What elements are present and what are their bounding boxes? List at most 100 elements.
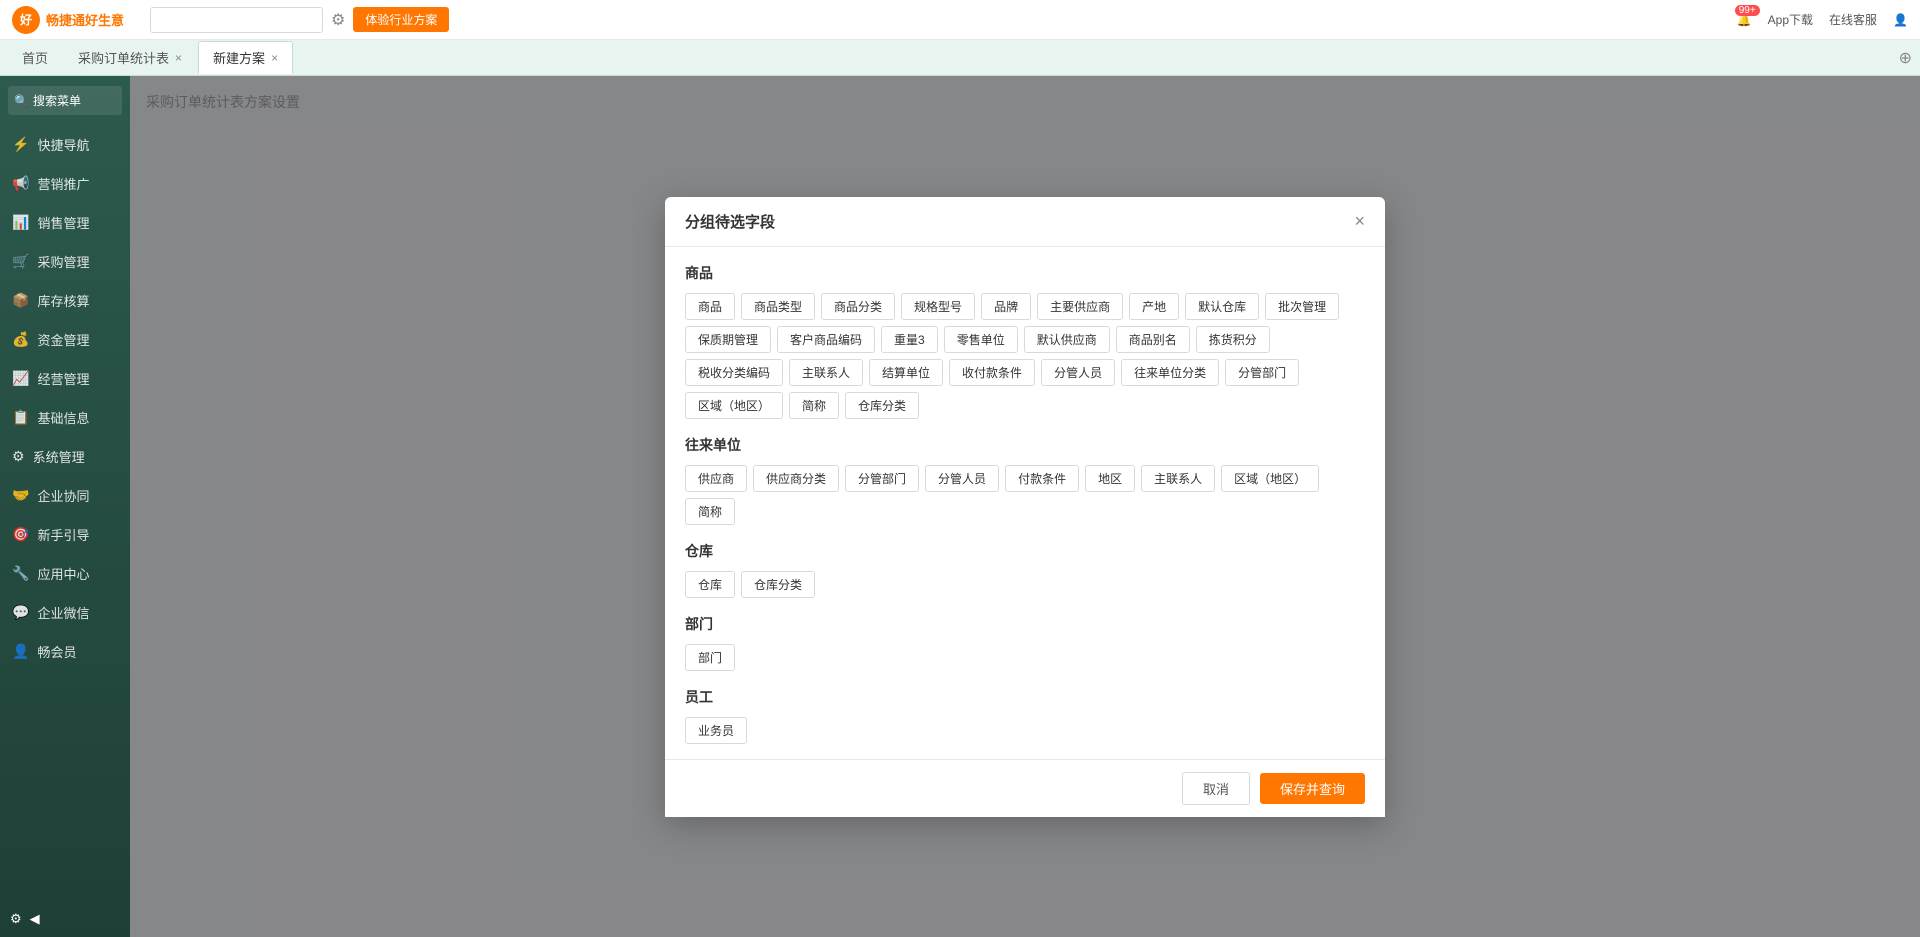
tag-goods-23[interactable]: 区域（地区） [685, 392, 783, 419]
sidebar-item-app-center[interactable]: 🔧 应用中心 [0, 554, 130, 593]
tag-goods-3[interactable]: 规格型号 [901, 293, 975, 320]
sidebar-bottom: ⚙ ◀ [0, 901, 130, 937]
section-warehouse: 仓库 仓库 仓库分类 [685, 541, 1365, 598]
sidebar-item-enterprise-collab[interactable]: 🤝 企业协同 [0, 476, 130, 515]
sidebar-item-operations[interactable]: 📈 经营管理 [0, 359, 130, 398]
tag-warehouse-0[interactable]: 仓库 [685, 571, 735, 598]
tabbar: 首页 采购订单统计表 × 新建方案 × ⊕ [0, 40, 1920, 76]
tag-goods-11[interactable]: 重量3 [881, 326, 938, 353]
tag-partner-7[interactable]: 区域（地区） [1221, 465, 1319, 492]
top-search-input[interactable] [150, 7, 323, 33]
tag-goods-14[interactable]: 商品别名 [1116, 326, 1190, 353]
sidebar-item-quick-nav[interactable]: ⚡ 快捷导航 [0, 125, 130, 164]
tag-goods-5[interactable]: 主要供应商 [1037, 293, 1123, 320]
tag-partner-8[interactable]: 简称 [685, 498, 735, 525]
sidebar-item-inventory[interactable]: 📦 库存核算 [0, 281, 130, 320]
tag-warehouse-1[interactable]: 仓库分类 [741, 571, 815, 598]
app-center-icon: 🔧 [12, 565, 29, 582]
confirm-button[interactable]: 保存并查询 [1260, 773, 1365, 804]
section-goods: 商品 商品 商品类型 商品分类 规格型号 品牌 主要供应商 产地 默认仓库 批次… [685, 263, 1365, 419]
sidebar-item-beginner[interactable]: 🎯 新手引导 [0, 515, 130, 554]
tag-partner-0[interactable]: 供应商 [685, 465, 747, 492]
tag-goods-20[interactable]: 分管人员 [1041, 359, 1115, 386]
section-employee-title: 员工 [685, 687, 1365, 707]
tag-goods-22[interactable]: 分管部门 [1225, 359, 1299, 386]
sidebar-item-member[interactable]: 👤 畅会员 [0, 632, 130, 671]
sidebar-item-basic-info[interactable]: 📋 基础信息 [0, 398, 130, 437]
tag-goods-12[interactable]: 零售单位 [944, 326, 1018, 353]
tag-goods-10[interactable]: 客户商品编码 [777, 326, 875, 353]
sidebar-search-area: 🔍 搜索菜单 [0, 76, 130, 125]
tag-goods-15[interactable]: 拣货积分 [1196, 326, 1270, 353]
tag-goods-16[interactable]: 税收分类编码 [685, 359, 783, 386]
tab-close-purchase[interactable]: × [175, 51, 182, 65]
user-avatar[interactable]: 👤 [1893, 13, 1908, 27]
sidebar-item-purchase[interactable]: 🛒 采购管理 [0, 242, 130, 281]
tag-goods-25[interactable]: 仓库分类 [845, 392, 919, 419]
inventory-icon: 📦 [12, 292, 29, 309]
sidebar-item-sales[interactable]: 📊 销售管理 [0, 203, 130, 242]
tag-goods-8[interactable]: 批次管理 [1265, 293, 1339, 320]
tag-goods-21[interactable]: 往来单位分类 [1121, 359, 1219, 386]
sidebar-item-system[interactable]: ⚙ 系统管理 [0, 437, 130, 476]
app-download[interactable]: App下载 [1768, 11, 1813, 28]
tag-goods-7[interactable]: 默认仓库 [1185, 293, 1259, 320]
sales-icon: 📊 [12, 214, 29, 231]
beginner-icon: 🎯 [12, 526, 29, 543]
tag-goods-4[interactable]: 品牌 [981, 293, 1031, 320]
tag-goods-1[interactable]: 商品类型 [741, 293, 815, 320]
tag-goods-9[interactable]: 保质期管理 [685, 326, 771, 353]
section-department: 部门 部门 [685, 614, 1365, 671]
operations-icon: 📈 [12, 370, 29, 387]
section-employee: 员工 业务员 [685, 687, 1365, 744]
tag-partner-6[interactable]: 主联系人 [1141, 465, 1215, 492]
tab-new-plan[interactable]: 新建方案 × [198, 41, 293, 74]
tag-goods-6[interactable]: 产地 [1129, 293, 1179, 320]
section-department-title: 部门 [685, 614, 1365, 634]
sidebar-item-finance[interactable]: 💰 资金管理 [0, 320, 130, 359]
cancel-button[interactable]: 取消 [1182, 772, 1250, 805]
tag-partner-5[interactable]: 地区 [1085, 465, 1135, 492]
experience-btn[interactable]: 体验行业方案 [353, 7, 449, 32]
modal-dialog: 分组待选字段 × 商品 商品 商品类型 商品分类 规格型号 品牌 [665, 197, 1385, 817]
tag-employee-0[interactable]: 业务员 [685, 717, 747, 744]
tag-grid-partner: 供应商 供应商分类 分管部门 分管人员 付款条件 地区 主联系人 区域（地区） … [685, 465, 1365, 525]
tag-partner-2[interactable]: 分管部门 [845, 465, 919, 492]
tag-department-0[interactable]: 部门 [685, 644, 735, 671]
tag-goods-24[interactable]: 简称 [789, 392, 839, 419]
enterprise-collab-icon: 🤝 [12, 487, 29, 504]
modal-header: 分组待选字段 × [665, 197, 1385, 247]
member-icon: 👤 [12, 643, 29, 660]
tab-close-new-plan[interactable]: × [271, 51, 278, 65]
sidebar-item-marketing[interactable]: 📢 营销推广 [0, 164, 130, 203]
tag-goods-18[interactable]: 结算单位 [869, 359, 943, 386]
tag-partner-1[interactable]: 供应商分类 [753, 465, 839, 492]
tag-goods-2[interactable]: 商品分类 [821, 293, 895, 320]
tab-home[interactable]: 首页 [8, 42, 62, 73]
section-goods-title: 商品 [685, 263, 1365, 283]
tab-purchase-stats[interactable]: 采购订单统计表 × [64, 42, 196, 73]
tag-grid-warehouse: 仓库 仓库分类 [685, 571, 1365, 598]
section-warehouse-title: 仓库 [685, 541, 1365, 561]
sidebar-item-wechat[interactable]: 💬 企业微信 [0, 593, 130, 632]
tag-goods-17[interactable]: 主联系人 [789, 359, 863, 386]
online-service[interactable]: 在线客服 [1829, 11, 1877, 28]
tag-grid-goods: 商品 商品类型 商品分类 规格型号 品牌 主要供应商 产地 默认仓库 批次管理 … [685, 293, 1365, 419]
quick-nav-icon: ⚡ [12, 136, 29, 153]
top-actions: 🔔99+ App下载 在线客服 👤 [1737, 11, 1908, 28]
gear-icon[interactable]: ⚙ [331, 10, 345, 30]
sidebar-collapse-icon[interactable]: ◀ [30, 911, 40, 927]
tag-partner-3[interactable]: 分管人员 [925, 465, 999, 492]
tab-add-btn[interactable]: ⊕ [1899, 48, 1912, 68]
tag-goods-0[interactable]: 商品 [685, 293, 735, 320]
tag-partner-4[interactable]: 付款条件 [1005, 465, 1079, 492]
tag-goods-19[interactable]: 收付款条件 [949, 359, 1035, 386]
logo-icon: 好 [12, 6, 40, 34]
sidebar-settings-icon[interactable]: ⚙ [10, 911, 22, 927]
marketing-icon: 📢 [12, 175, 29, 192]
notification-area[interactable]: 🔔99+ [1737, 13, 1752, 27]
tag-goods-13[interactable]: 默认供应商 [1024, 326, 1110, 353]
modal-close-btn[interactable]: × [1354, 211, 1365, 232]
basic-info-icon: 📋 [12, 409, 29, 426]
sidebar-search-btn[interactable]: 🔍 搜索菜单 [8, 86, 122, 115]
